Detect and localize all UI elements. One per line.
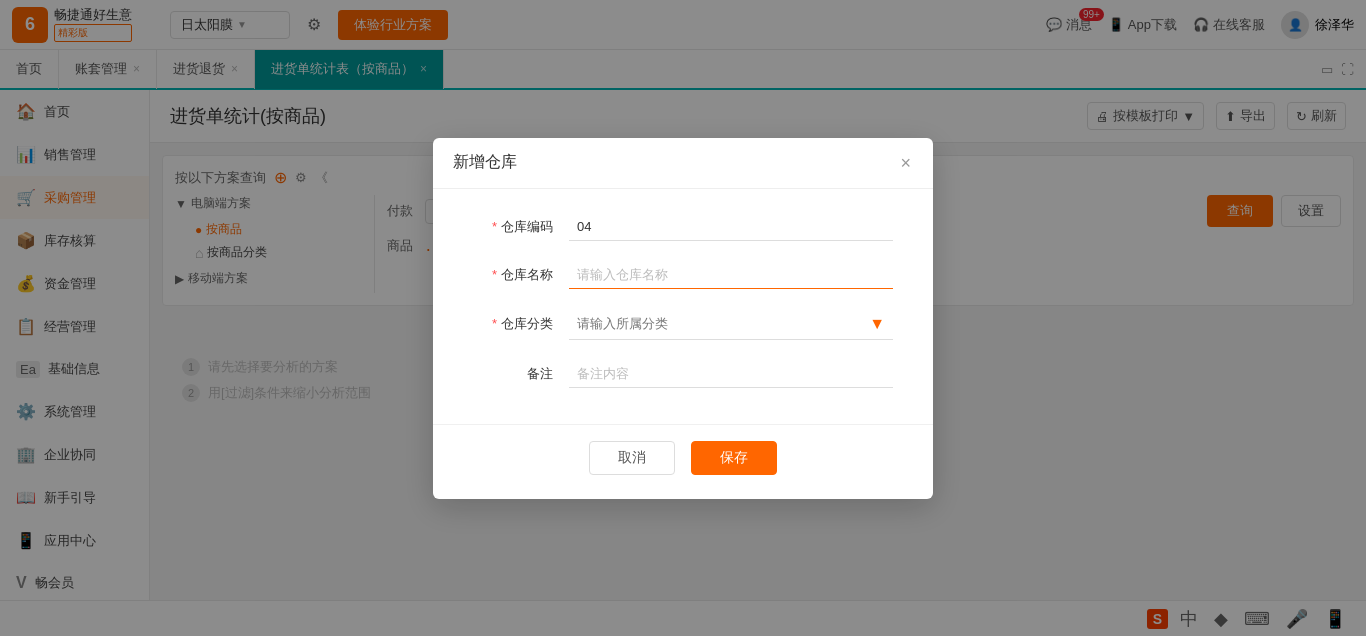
remark-label: 备注 bbox=[473, 365, 553, 383]
new-warehouse-modal: 新增仓库 × 仓库编码 仓库名称 仓库分类 ▼ bbox=[433, 138, 933, 499]
modal-close-btn[interactable]: × bbox=[898, 152, 913, 174]
category-dropdown-arrow[interactable]: ▼ bbox=[869, 315, 885, 333]
form-row-name: 仓库名称 bbox=[473, 261, 893, 289]
form-row-remark: 备注 bbox=[473, 360, 893, 388]
code-input[interactable] bbox=[569, 213, 893, 241]
modal-title: 新增仓库 bbox=[453, 152, 517, 173]
modal-header: 新增仓库 × bbox=[433, 138, 933, 189]
save-button[interactable]: 保存 bbox=[691, 441, 777, 475]
modal-body: 仓库编码 仓库名称 仓库分类 ▼ 备注 bbox=[433, 189, 933, 424]
modal-footer: 取消 保存 bbox=[433, 424, 933, 499]
name-input[interactable] bbox=[569, 261, 893, 289]
form-row-category: 仓库分类 ▼ bbox=[473, 309, 893, 340]
cancel-button[interactable]: 取消 bbox=[589, 441, 675, 475]
category-label: 仓库分类 bbox=[473, 315, 553, 333]
code-label: 仓库编码 bbox=[473, 218, 553, 236]
category-input[interactable] bbox=[577, 316, 869, 331]
form-row-code: 仓库编码 bbox=[473, 213, 893, 241]
remark-input[interactable] bbox=[569, 360, 893, 388]
name-label: 仓库名称 bbox=[473, 266, 553, 284]
modal-overlay: 新增仓库 × 仓库编码 仓库名称 仓库分类 ▼ bbox=[0, 0, 1366, 636]
